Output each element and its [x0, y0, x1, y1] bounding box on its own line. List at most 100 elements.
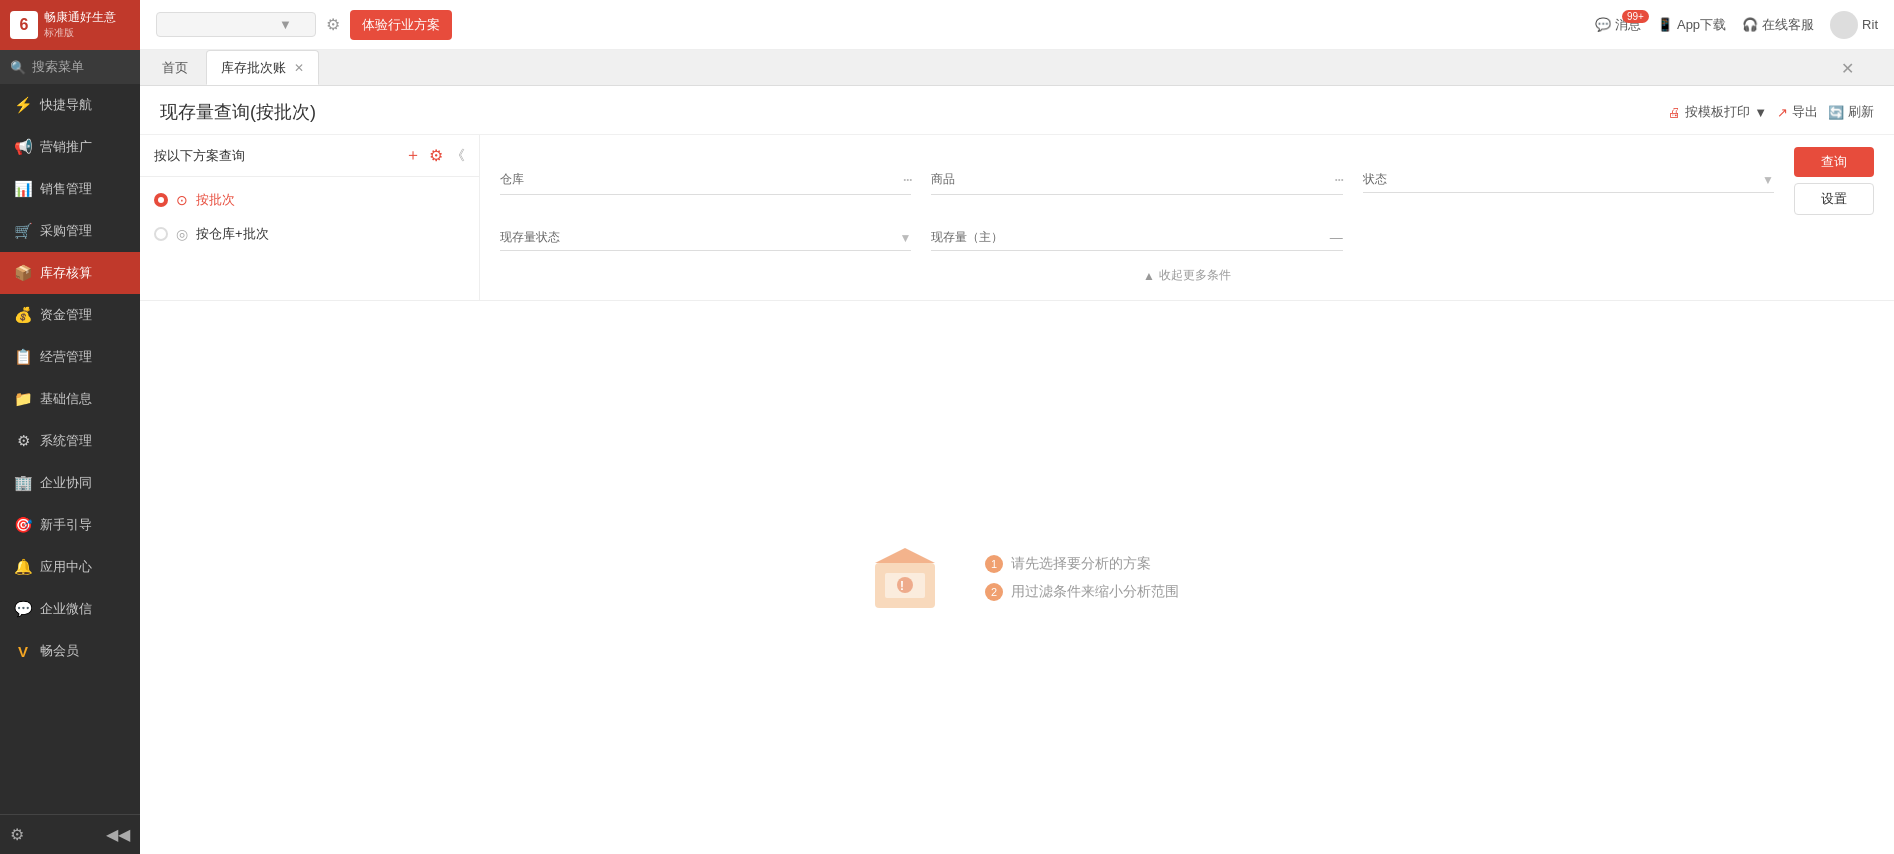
- sidebar-item-sales[interactable]: 📊 销售管理: [0, 168, 140, 210]
- filter-right: 仓库 ··· 商品 ···: [480, 135, 1894, 300]
- topbar-search-box[interactable]: ▼: [156, 12, 316, 37]
- inventory-status-dropdown-icon[interactable]: ▼: [899, 231, 911, 245]
- tab-home-label: 首页: [162, 59, 188, 77]
- query-button[interactable]: 查询: [1794, 147, 1874, 177]
- sidebar-item-label: 营销推广: [40, 138, 92, 156]
- settings-footer-icon[interactable]: ⚙: [10, 825, 24, 844]
- sidebar-item-marketing[interactable]: 📢 营销推广: [0, 126, 140, 168]
- export-btn[interactable]: ↗ 导出: [1777, 103, 1818, 121]
- product-dots[interactable]: ···: [1334, 169, 1343, 190]
- tab-close-icon[interactable]: ✕: [294, 61, 304, 75]
- topbar-gear-icon[interactable]: ⚙: [326, 15, 340, 34]
- username: Rit: [1862, 17, 1878, 32]
- sales-icon: 📊: [14, 180, 32, 198]
- settings-filter-icon[interactable]: ⚙: [429, 146, 443, 165]
- sidebar-item-enterprise[interactable]: 🏢 企业协同: [0, 462, 140, 504]
- app-center-icon: 🔔: [14, 558, 32, 576]
- collapse-filter-icon[interactable]: 《: [451, 147, 465, 165]
- online-service-label: 在线客服: [1762, 16, 1814, 34]
- print-dropdown-icon[interactable]: ▼: [1754, 105, 1767, 120]
- batch-option-icon: ⊙: [176, 192, 188, 208]
- refresh-icon: 🔄: [1828, 105, 1844, 120]
- topbar-online-service[interactable]: 🎧 在线客服: [1742, 16, 1814, 34]
- operations-icon: 📋: [14, 348, 32, 366]
- avatar: [1830, 11, 1858, 39]
- topbar-message[interactable]: 💬 消息 99+: [1595, 16, 1641, 34]
- sidebar-item-label: 销售管理: [40, 180, 92, 198]
- status-dropdown-icon[interactable]: ▼: [1762, 173, 1774, 187]
- topbar-search-input[interactable]: [165, 18, 275, 32]
- tabbar-close-button[interactable]: ✕: [1841, 58, 1854, 77]
- warehouse-input-box[interactable]: 仓库 ···: [500, 165, 911, 195]
- filter-row-2: 现存量状态 ▼ 现存量（主） —: [500, 225, 1874, 251]
- sidebar-item-system[interactable]: ⚙ 系统管理: [0, 420, 140, 462]
- sidebar-item-operations[interactable]: 📋 经营管理: [0, 336, 140, 378]
- sidebar-item-vip[interactable]: V 畅会员: [0, 630, 140, 672]
- batch-radio: [154, 193, 168, 207]
- collapse-sidebar-icon[interactable]: ◀◀: [106, 825, 130, 844]
- page-content: 现存量查询(按批次) 🖨 按模板打印 ▼ ↗ 导出 🔄 刷新: [140, 86, 1894, 854]
- inventory-icon: 📦: [14, 264, 32, 282]
- warehouse-dots[interactable]: ···: [902, 169, 911, 190]
- settings-button[interactable]: 设置: [1794, 183, 1874, 215]
- tab-home[interactable]: 首页: [148, 50, 202, 85]
- empty-state: ! 1 请先选择要分析的方案 2 用过滤条件来缩小分析范围: [140, 301, 1894, 854]
- filter-right-panel: 仓库 ··· 商品 ···: [480, 135, 1894, 300]
- sidebar-item-guide[interactable]: 🎯 新手引导: [0, 504, 140, 546]
- sidebar-item-label: 畅会员: [40, 642, 79, 660]
- add-filter-icon[interactable]: ＋: [405, 145, 421, 166]
- collapse-row[interactable]: ▲ 收起更多条件: [500, 261, 1874, 290]
- sidebar-item-label: 采购管理: [40, 222, 92, 240]
- sidebar-item-inventory[interactable]: 📦 库存核算: [0, 252, 140, 294]
- app-download-icon: 📱: [1657, 17, 1673, 32]
- sidebar-search[interactable]: 🔍 搜索菜单: [0, 50, 140, 84]
- enterprise-icon: 🏢: [14, 474, 32, 492]
- sidebar-item-label: 资金管理: [40, 306, 92, 324]
- status-select[interactable]: 状态 ▼: [1363, 167, 1774, 193]
- page-header-actions: 🖨 按模板打印 ▼ ↗ 导出 🔄 刷新: [1668, 103, 1874, 121]
- svg-text:!: !: [900, 579, 904, 593]
- tab-inventory-batch-label: 库存批次账: [221, 59, 286, 77]
- inventory-qty-box[interactable]: 现存量（主） —: [931, 225, 1342, 251]
- app-edition: 标准版: [44, 26, 116, 40]
- search-dropdown-icon[interactable]: ▼: [279, 17, 292, 32]
- trial-btn[interactable]: 体验行业方案: [350, 10, 452, 40]
- tip-text-1: 请先选择要分析的方案: [1011, 555, 1151, 573]
- empty-tips: 1 请先选择要分析的方案 2 用过滤条件来缩小分析范围: [985, 555, 1179, 601]
- topbar-app-download[interactable]: 📱 App下载: [1657, 16, 1726, 34]
- filter-left-header: 按以下方案查询 ＋ ⚙ 《: [140, 135, 479, 177]
- empty-tip-1: 1 请先选择要分析的方案: [985, 555, 1179, 573]
- app-logo: 6: [10, 11, 38, 39]
- sidebar-item-quick-nav[interactable]: ⚡ 快捷导航: [0, 84, 140, 126]
- collapse-label: 收起更多条件: [1159, 267, 1231, 284]
- sidebar-item-purchase[interactable]: 🛒 采购管理: [0, 210, 140, 252]
- status-field: 状态 ▼: [1363, 167, 1774, 193]
- filter-option-warehouse-batch[interactable]: ◎ 按仓库+批次: [140, 217, 479, 251]
- filter-option-batch[interactable]: ⊙ 按批次: [140, 183, 479, 217]
- print-icon: 🖨: [1668, 105, 1681, 120]
- sidebar-item-label: 快捷导航: [40, 96, 92, 114]
- topbar-user[interactable]: Rit: [1830, 11, 1878, 39]
- warehouse-label: 仓库: [500, 171, 524, 188]
- collapse-arrow-icon: ▲: [1143, 269, 1155, 283]
- finance-icon: 💰: [14, 306, 32, 324]
- sidebar-item-label: 企业协同: [40, 474, 92, 492]
- filter-left-actions: ＋ ⚙ 《: [405, 145, 465, 166]
- marketing-icon: 📢: [14, 138, 32, 156]
- product-label: 商品: [931, 171, 955, 188]
- product-field: 商品 ···: [931, 165, 1342, 195]
- sidebar-item-wechat[interactable]: 💬 企业微信: [0, 588, 140, 630]
- export-label: 导出: [1792, 103, 1818, 121]
- filter-options: ⊙ 按批次 ◎ 按仓库+批次: [140, 177, 479, 257]
- warehouse-batch-label: 按仓库+批次: [196, 225, 269, 243]
- inventory-status-field: 现存量状态 ▼: [500, 225, 911, 251]
- print-btn[interactable]: 🖨 按模板打印 ▼: [1668, 103, 1767, 121]
- inventory-status-select[interactable]: 现存量状态 ▼: [500, 225, 911, 251]
- sidebar-item-basic[interactable]: 📁 基础信息: [0, 378, 140, 420]
- sidebar-item-finance[interactable]: 💰 资金管理: [0, 294, 140, 336]
- refresh-btn[interactable]: 🔄 刷新: [1828, 103, 1874, 121]
- filter-left-panel: 按以下方案查询 ＋ ⚙ 《 ⊙ 按批次: [140, 135, 480, 300]
- sidebar-item-app-center[interactable]: 🔔 应用中心: [0, 546, 140, 588]
- product-input-box[interactable]: 商品 ···: [931, 165, 1342, 195]
- tab-inventory-batch[interactable]: 库存批次账 ✕: [206, 50, 319, 85]
